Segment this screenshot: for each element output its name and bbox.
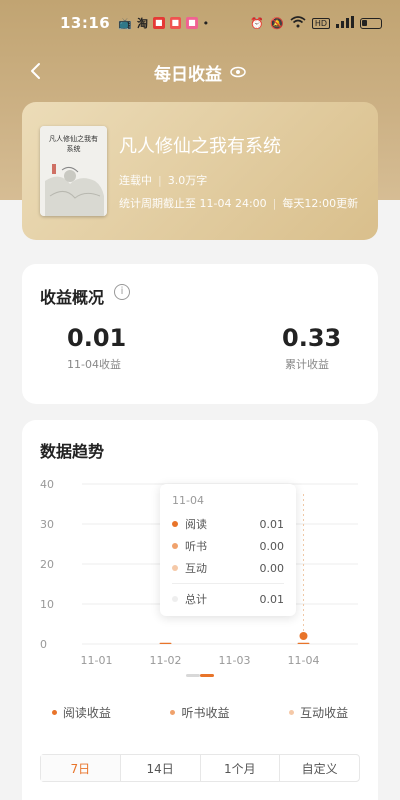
tooltip-row-interact: 互动 0.00 (172, 557, 284, 579)
nav-bar: 每日收益 (0, 50, 400, 94)
total-dot-icon (172, 596, 178, 602)
status-time: 13:16 (60, 14, 111, 32)
range-tabs: 7日 14日 1个月 自定义 (40, 754, 360, 782)
tooltip-label: 互动 (185, 562, 207, 575)
dot-icon: • (202, 16, 210, 30)
book-meta: 连载中 | 3.0万字 (119, 172, 207, 188)
tooltip-divider (172, 583, 284, 584)
legend-dot-icon (51, 710, 57, 715)
trend-title: 数据趋势 (40, 442, 105, 461)
tooltip-date: 11-04 (172, 494, 204, 507)
info-icon[interactable]: i (114, 284, 130, 300)
meta-divider: | (158, 174, 162, 187)
legend-label: 阅读收益 (62, 706, 111, 720)
hd-icon: HD (311, 17, 330, 29)
legend-item[interactable]: 互动收益 (289, 704, 348, 721)
chevron-left-icon (31, 63, 40, 79)
summary-title: 收益概况 (40, 288, 105, 307)
legend-label: 互动收益 (300, 706, 349, 720)
book-status: 连载中 (119, 174, 152, 187)
tooltip-value: 0.00 (259, 561, 285, 575)
tooltip-label: 总计 (185, 593, 207, 606)
daily-income-label: 11-04收益 (67, 358, 121, 371)
cover-title: 凡人修仙之我有系统 (49, 135, 98, 153)
interact-dot-icon (172, 565, 178, 571)
page-title: 每日收益 (154, 64, 222, 85)
book-title: 凡人修仙之我有系统 (119, 136, 281, 157)
notification-icons: 📺 淘 ■ ■ ■ • (118, 15, 209, 31)
daily-income-value: 0.01 (67, 324, 127, 352)
tooltip-row-listen: 听书 0.00 (172, 535, 284, 557)
legend-dot-icon (289, 710, 295, 715)
legend-item[interactable]: 阅读收益 (51, 704, 111, 721)
tooltip-value: 0.01 (259, 517, 285, 531)
x-tick-label: 11-03 (219, 654, 251, 667)
x-tick-label: 11-04 (288, 654, 320, 667)
chart-tooltip: 11-04 阅读 0.01 听书 0.00 互动 0.00 总计 0.01 (160, 484, 296, 616)
total-income-label: 累计收益 (285, 358, 329, 371)
app-badge-icon: ■ (169, 17, 182, 29)
update-note: 每天12:00更新 (282, 197, 359, 210)
data-bar (159, 642, 172, 644)
wifi-icon (290, 15, 306, 31)
app-badge-icon: ■ (152, 17, 165, 29)
tab-14-days[interactable]: 14日 (121, 755, 201, 781)
highlight-point (299, 632, 308, 640)
back-button[interactable] (22, 58, 48, 84)
book-word-count: 3.0万字 (167, 174, 208, 187)
book-card[interactable]: 凡人修仙之我有系统 凡人修仙之我有系统 连载中 | 3.0万字 统计周期截止至 11… (22, 102, 378, 240)
battery-icon (360, 17, 382, 29)
scroll-indicator-thumb (200, 674, 214, 677)
tooltip-value: 0.00 (259, 539, 285, 553)
app-badge-icon: ■ (186, 17, 198, 29)
x-tick-label: 11-01 (81, 654, 113, 667)
tooltip-row-read: 阅读 0.01 (172, 513, 284, 535)
bilibili-icon: 📺 (118, 16, 132, 30)
alarm-icon: ⏰ (250, 16, 265, 30)
trend-card: 数据趋势 0 10 20 30 40 11-01 11-02 11-03 11-04 11-04… (22, 420, 378, 800)
x-tick-label: 11-02 (150, 654, 182, 667)
listen-dot-icon (172, 543, 178, 549)
mute-icon: 🔕 (270, 16, 284, 30)
status-bar: 13:16 📺 淘 ■ ■ ■ • ⏰ 🔕 HD (0, 0, 400, 46)
book-cover: 凡人修仙之我有系统 (40, 126, 107, 216)
tab-custom[interactable]: 自定义 (280, 755, 359, 781)
legend-item[interactable]: 听书收益 (170, 704, 229, 721)
system-icons: ⏰ 🔕 HD (250, 15, 382, 31)
tab-7-days[interactable]: 7日 (41, 755, 121, 781)
scroll-indicator-track (186, 674, 200, 677)
eye-icon[interactable] (230, 64, 246, 80)
tab-1-month[interactable]: 1个月 (201, 755, 281, 781)
book-period: 统计周期截止至 11-04 24:00 | 每天12:00更新 (119, 195, 358, 211)
chart-legend: 阅读收益 听书收益 互动收益 (22, 704, 378, 721)
y-tick-label: 30 (40, 518, 54, 531)
y-tick-label: 20 (40, 558, 54, 571)
signal-icon (336, 15, 354, 31)
tooltip-row-total: 总计 0.01 (172, 588, 284, 610)
summary-card: 收益概况 i 0.01 11-04收益 0.33 累计收益 (22, 264, 378, 404)
y-tick-label: 0 (40, 638, 47, 651)
y-tick-label: 10 (40, 598, 54, 611)
tooltip-label: 阅读 (185, 518, 207, 531)
tooltip-value: 0.01 (259, 592, 285, 606)
read-dot-icon (172, 521, 178, 527)
y-tick-label: 40 (40, 480, 54, 491)
tooltip-label: 听书 (185, 540, 207, 553)
data-bar (297, 642, 310, 644)
total-income-value: 0.33 (282, 324, 342, 352)
legend-label: 听书收益 (181, 706, 230, 720)
legend-dot-icon (170, 710, 176, 715)
taobao-icon: 淘 (136, 17, 148, 30)
meta-divider: | (272, 197, 277, 210)
stat-period: 统计周期截止至 11-04 24:00 (119, 197, 267, 210)
